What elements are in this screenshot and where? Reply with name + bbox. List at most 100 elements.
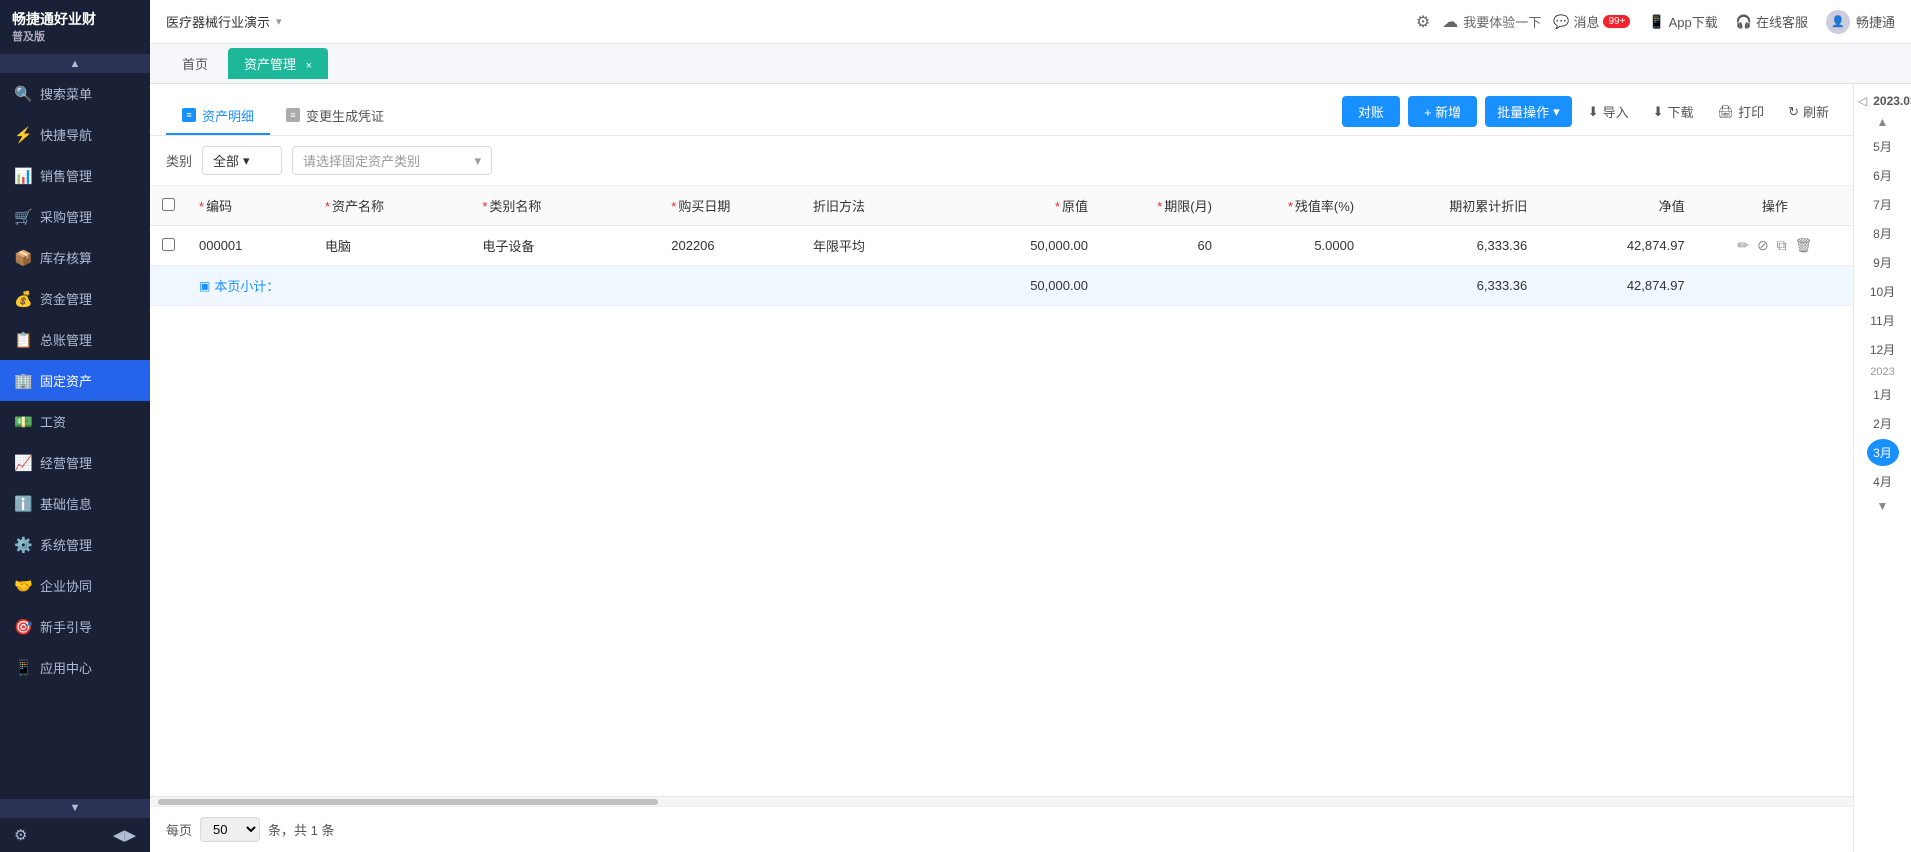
sidebar-item-funds[interactable]: 💰资金管理 <box>0 278 150 319</box>
scrollbar-thumb[interactable] <box>158 799 658 805</box>
sidebar-label-funds: 资金管理 <box>40 289 92 308</box>
reconcile-button[interactable]: 对账 <box>1342 96 1400 127</box>
service-icon: 🎧 <box>1736 14 1752 30</box>
sidebar-item-general[interactable]: 📋总账管理 <box>0 319 150 360</box>
customer-service-btn[interactable]: 🎧 在线客服 <box>1736 12 1808 31</box>
sidebar-icon-purchase: 🛒 <box>14 208 32 226</box>
sidebar-item-basic-info[interactable]: ℹ️基础信息 <box>0 483 150 524</box>
tab-home[interactable]: 首页 <box>166 48 224 79</box>
copy-icon[interactable]: ⧉ <box>1777 237 1787 254</box>
settings-gear-icon[interactable]: ⚙ <box>1416 12 1430 32</box>
sidebar-item-purchase[interactable]: 🛒采购管理 <box>0 196 150 237</box>
username: 畅捷通 <box>1856 12 1895 31</box>
import-button[interactable]: ⬇ 导入 <box>1580 97 1637 126</box>
month-12[interactable]: 12月 <box>1860 336 1906 363</box>
sidebar-scroll-area: 🔍搜索菜单⚡快捷导航📊销售管理🛒采购管理📦库存核算💰资金管理📋总账管理🏢固定资产… <box>0 73 150 799</box>
horizontal-scrollbar[interactable] <box>150 796 1853 806</box>
edit-icon[interactable]: ✏ <box>1737 237 1749 254</box>
experience-btn[interactable]: ☁ 我要体验一下 <box>1442 12 1541 32</box>
month-9[interactable]: 9月 <box>1860 249 1906 276</box>
sidebar-label-inventory: 库存核算 <box>40 248 92 267</box>
col-type: *类别名称 <box>470 186 659 226</box>
sidebar-item-enterprise[interactable]: 🤝企业协同 <box>0 565 150 606</box>
sidebar-label-fixed-assets: 固定资产 <box>40 371 92 390</box>
cell-name: 电脑 <box>313 226 470 266</box>
category-type-value: 全部 <box>213 151 239 170</box>
experience-label: 我要体验一下 <box>1463 12 1541 31</box>
row-checkbox[interactable] <box>162 238 175 251</box>
cell-residual: 5.0000 <box>1224 226 1366 266</box>
sub-tab1-label: 资产明细 <box>202 106 254 125</box>
sub-tabs: ≡ 资产明细 ≡ 变更生成凭证 对账 + 新增 批量操作 <box>150 84 1853 136</box>
sidebar-item-salary[interactable]: 💵工资 <box>0 401 150 442</box>
company-name: 医疗器械行业演示 <box>166 12 270 31</box>
sidebar-item-quick-nav[interactable]: ⚡快捷导航 <box>0 114 150 155</box>
sidebar-scroll-up[interactable]: ▲ <box>0 55 150 73</box>
disable-icon[interactable]: ⊘ <box>1757 237 1769 254</box>
month-5[interactable]: 5月 <box>1860 133 1906 160</box>
tab-close-icon[interactable]: × <box>306 60 312 72</box>
month-8[interactable]: 8月 <box>1860 220 1906 247</box>
year-2023-divider: 2023 <box>1854 364 1911 380</box>
select-all-checkbox[interactable] <box>162 198 175 211</box>
subtotal-original: 50,000.00 <box>943 266 1100 306</box>
print-button[interactable]: 🖨 打印 <box>1710 97 1773 126</box>
month-7[interactable]: 7月 <box>1860 191 1906 218</box>
delete-icon[interactable]: 🗑 <box>1795 237 1813 254</box>
month-1[interactable]: 1月 <box>1860 381 1906 408</box>
sidebar-scroll-down[interactable]: ▼ <box>0 799 150 817</box>
sub-tab-asset-detail[interactable]: ≡ 资产明细 <box>166 98 270 135</box>
refresh-icon: ↻ <box>1788 104 1799 120</box>
refresh-button[interactable]: ↻ 刷新 <box>1780 97 1837 126</box>
panel-up-arrow[interactable]: ▲ <box>1874 112 1892 132</box>
app-download-btn[interactable]: 📱 App下载 <box>1648 12 1717 31</box>
subtotal-text: 本页小计： <box>214 276 279 295</box>
sub-tab-generate-voucher[interactable]: ≡ 变更生成凭证 <box>270 98 400 135</box>
settings-icon[interactable]: ⚙ <box>14 826 27 844</box>
user-menu[interactable]: 👤 畅捷通 <box>1826 10 1895 34</box>
month-4[interactable]: 4月 <box>1860 468 1906 495</box>
message-btn[interactable]: 💬 消息 99+ <box>1553 12 1630 31</box>
per-page-select[interactable]: 50 100 <box>200 817 260 842</box>
main-area: 医疗器械行业演示 ▾ ⚙ ☁ 我要体验一下 💬 消息 99+ 📱 App下载 🎧… <box>150 0 1911 852</box>
collapse-icon[interactable]: ◀▶ <box>113 826 136 844</box>
sidebar-item-fixed-assets[interactable]: 🏢固定资产 <box>0 360 150 401</box>
sidebar-item-system[interactable]: ⚙️系统管理 <box>0 524 150 565</box>
sidebar-item-app-center[interactable]: 📱应用中心 <box>0 647 150 688</box>
panel-expand-icon[interactable]: ◁ <box>1858 94 1867 108</box>
category-input[interactable]: 请选择固定资产类别 ▾ <box>292 146 492 175</box>
content-area: ≡ 资产明细 ≡ 变更生成凭证 对账 + 新增 批量操作 <box>150 84 1911 852</box>
sidebar: 畅捷通好业财 普及版 ▲ 🔍搜索菜单⚡快捷导航📊销售管理🛒采购管理📦库存核算💰资… <box>0 0 150 852</box>
sidebar-icon-guide: 🎯 <box>14 618 32 636</box>
category-type-select[interactable]: 全部 ▾ <box>202 146 282 175</box>
cell-method: 年限平均 <box>801 226 943 266</box>
sidebar-item-search[interactable]: 🔍搜索菜单 <box>0 73 150 114</box>
batch-button[interactable]: 批量操作 ▾ <box>1485 96 1572 127</box>
month-3[interactable]: 3月 <box>1867 439 1899 466</box>
tab-asset-management[interactable]: 资产管理 × <box>228 48 328 79</box>
sidebar-label-sales: 销售管理 <box>40 166 92 185</box>
download-icon: 📱 <box>1648 14 1664 30</box>
select-all-col <box>150 186 187 226</box>
cell-original: 50,000.00 <box>943 226 1100 266</box>
sidebar-item-operations[interactable]: 📈经营管理 <box>0 442 150 483</box>
sidebar-label-salary: 工资 <box>40 412 66 431</box>
sidebar-label-app-center: 应用中心 <box>40 658 92 677</box>
new-button[interactable]: + 新增 <box>1408 96 1477 127</box>
sidebar-item-inventory[interactable]: 📦库存核算 <box>0 237 150 278</box>
month-10[interactable]: 10月 <box>1860 278 1906 305</box>
sidebar-item-guide[interactable]: 🎯新手引导 <box>0 606 150 647</box>
col-action: 操作 <box>1697 186 1853 226</box>
panel-down-arrow[interactable]: ▼ <box>1874 496 1892 516</box>
download-label: 下载 <box>1668 102 1694 121</box>
table-header-row: *编码 *资产名称 *类别名称 *购买日期 折旧方法 *原值 *期限(月) *残… <box>150 186 1853 226</box>
month-6[interactable]: 6月 <box>1860 162 1906 189</box>
month-11[interactable]: 11月 <box>1860 307 1906 334</box>
download-button[interactable]: ⬇ 下载 <box>1645 97 1702 126</box>
cell-date: 202206 <box>659 226 801 266</box>
month-2[interactable]: 2月 <box>1860 410 1906 437</box>
sidebar-item-sales[interactable]: 📊销售管理 <box>0 155 150 196</box>
reconcile-label: 对账 <box>1358 102 1384 121</box>
sidebar-label-general: 总账管理 <box>40 330 92 349</box>
company-selector[interactable]: 医疗器械行业演示 ▾ <box>166 12 1404 31</box>
